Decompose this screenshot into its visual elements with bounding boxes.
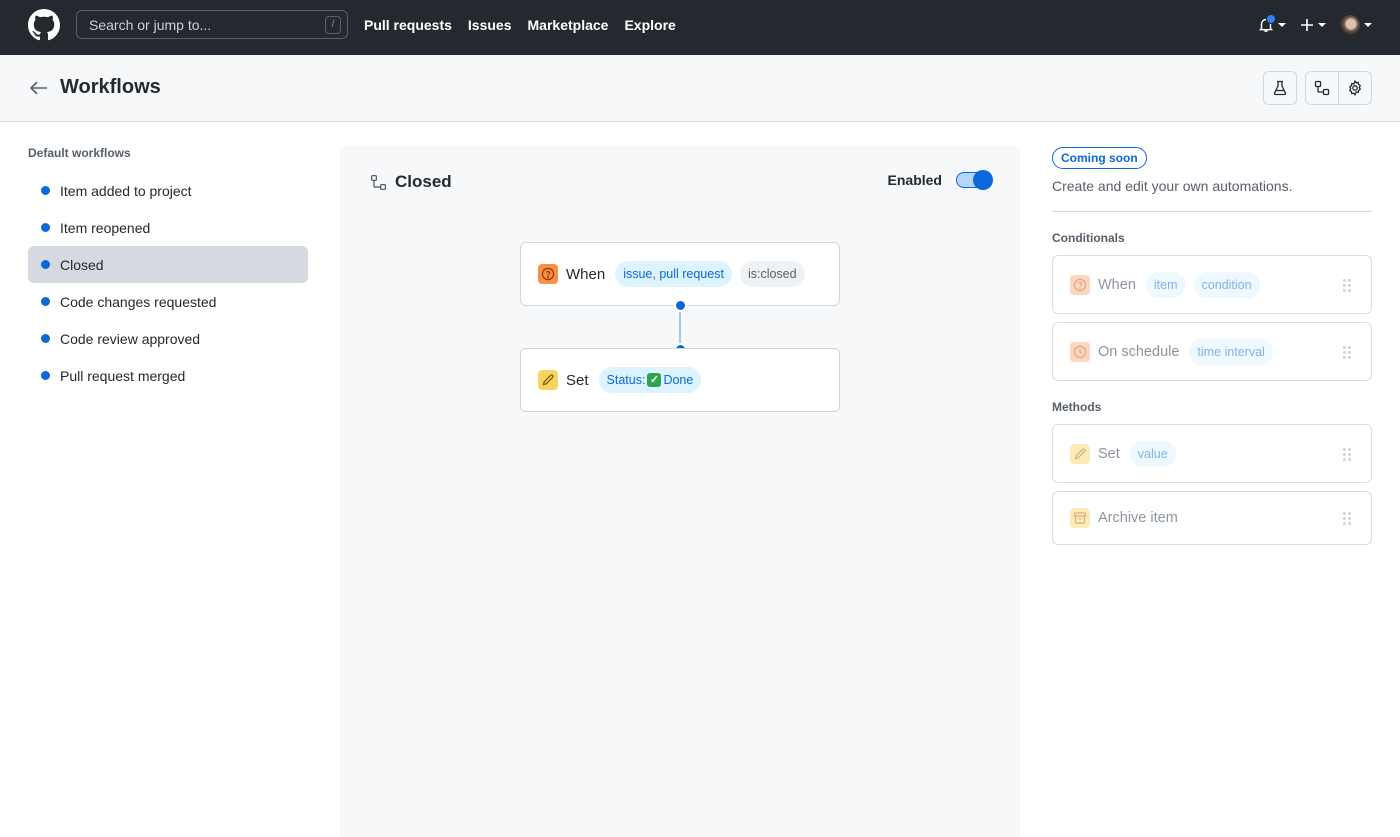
palette-pill: value (1129, 440, 1176, 467)
palette-card-label: When (1098, 276, 1136, 293)
palette-archive-item-card[interactable]: Archive item (1052, 491, 1372, 545)
search-input[interactable]: Search or jump to... / (76, 10, 348, 39)
workflow-canvas: Closed Enabled When issue, pull request … (340, 146, 1020, 837)
coming-soon-badge: Coming soon (1052, 147, 1147, 169)
status-dot (41, 186, 50, 195)
drag-handle-icon[interactable] (1343, 345, 1351, 359)
sidebar-item-label: Pull request merged (60, 367, 186, 384)
enabled-control: Enabled (887, 170, 993, 190)
status-dot (41, 260, 50, 269)
search-shortcut-key: / (325, 16, 341, 34)
condition-pill[interactable]: is:closed (739, 261, 805, 287)
plus-icon (1301, 19, 1313, 31)
chevron-down-icon (1278, 23, 1286, 27)
status-dot (41, 371, 50, 380)
drag-handle-icon[interactable] (1343, 278, 1351, 292)
notification-indicator (1266, 14, 1276, 24)
sidebar-item-label: Closed (60, 256, 104, 273)
palette-card-label: On schedule (1098, 343, 1180, 360)
search-placeholder: Search or jump to... (89, 16, 212, 33)
palette-card-label: Archive item (1098, 510, 1178, 526)
gear-icon (1348, 80, 1362, 96)
automation-palette: Coming soon Create and edit your own aut… (1052, 147, 1372, 545)
drag-handle-icon[interactable] (1343, 512, 1351, 525)
pencil-icon (1070, 443, 1090, 464)
palette-pill: item (1145, 271, 1186, 298)
page-header: Workflows (0, 55, 1400, 122)
workflow-icon (370, 174, 387, 190)
settings-button[interactable] (1339, 72, 1371, 104)
set-node[interactable]: Set Status: ✓ Done (520, 348, 840, 412)
sidebar-item-closed[interactable]: Closed (28, 246, 308, 283)
arrow-left-icon[interactable] (28, 77, 50, 99)
question-icon (1070, 274, 1090, 295)
when-label: When (566, 265, 606, 283)
status-dot (41, 223, 50, 232)
archive-icon (1070, 508, 1090, 528)
chevron-down-icon (1318, 23, 1326, 27)
drag-handle-icon[interactable] (1343, 447, 1351, 461)
palette-card-label: Set (1098, 445, 1120, 462)
palette-pill: condition (1193, 271, 1260, 298)
sidebar-item-item-reopened[interactable]: Item reopened (28, 209, 308, 246)
status-value-pill[interactable]: Status: ✓ Done (598, 367, 702, 393)
field-name: Status: (606, 373, 646, 387)
beaker-icon (1273, 80, 1287, 96)
palette-on-schedule-card[interactable]: On schedule time interval (1052, 322, 1372, 381)
chevron-down-icon (1364, 23, 1372, 27)
palette-set-card[interactable]: Set value (1052, 424, 1372, 483)
sidebar-item-label: Item reopened (60, 219, 151, 236)
conditionals-heading: Conditionals (1052, 231, 1125, 245)
global-header: Search or jump to... / Pull requests Iss… (0, 0, 1400, 55)
sidebar-item-code-review-approved[interactable]: Code review approved (28, 320, 308, 357)
sidebar-item-label: Code review approved (60, 330, 201, 347)
workflow-list: Item added to project Item reopened Clos… (28, 172, 308, 394)
notifications-button[interactable] (1258, 14, 1286, 33)
methods-heading: Methods (1052, 400, 1102, 414)
workflows-button[interactable] (1306, 72, 1339, 104)
global-nav: Pull requests Issues Marketplace Explore (364, 0, 676, 50)
create-new-button[interactable] (1300, 18, 1326, 32)
nav-pull-requests[interactable]: Pull requests (364, 17, 452, 33)
status-dot (41, 297, 50, 306)
nav-explore[interactable]: Explore (624, 17, 675, 33)
workflow-icon (1314, 80, 1330, 96)
workflows-sidebar: Default workflows Item added to project … (28, 146, 308, 394)
experiments-button[interactable] (1263, 71, 1297, 105)
avatar (1340, 15, 1360, 35)
sidebar-item-code-changes-requested[interactable]: Code changes requested (28, 283, 308, 320)
check-mark-icon: ✓ (647, 373, 662, 387)
sidebar-heading: Default workflows (28, 146, 131, 160)
workflow-header: Closed (370, 172, 452, 192)
clock-icon (1070, 341, 1090, 362)
sidebar-item-pull-request-merged[interactable]: Pull request merged (28, 357, 308, 394)
toggle-knob (973, 170, 993, 190)
enabled-toggle[interactable] (956, 170, 993, 190)
workflow-title: Closed (395, 172, 452, 191)
view-actions-group (1305, 71, 1372, 105)
item-type-pill[interactable]: issue, pull request (615, 261, 732, 287)
status-dot (41, 334, 50, 343)
nav-marketplace[interactable]: Marketplace (528, 17, 609, 33)
field-value: Done (663, 373, 694, 387)
sidebar-item-item-added-to-project[interactable]: Item added to project (28, 172, 308, 209)
github-octocat-icon[interactable] (28, 9, 60, 41)
connector-handle-out (674, 299, 687, 312)
pencil-icon (538, 370, 558, 390)
enabled-label: Enabled (887, 172, 942, 188)
user-menu-button[interactable] (1340, 15, 1372, 35)
question-icon (538, 264, 558, 284)
node-connector (679, 306, 681, 348)
sidebar-item-label: Item added to project (60, 182, 192, 199)
set-label: Set (566, 371, 589, 389)
header-actions (1258, 0, 1372, 50)
palette-description: Create and edit your own automations. (1052, 178, 1372, 212)
when-node[interactable]: When issue, pull request is:closed (520, 242, 840, 306)
palette-pill: time interval (1189, 338, 1273, 365)
sidebar-item-label: Code changes requested (60, 293, 217, 310)
nav-issues[interactable]: Issues (468, 17, 512, 33)
page-title: Workflows (60, 76, 161, 98)
palette-when-card[interactable]: When item condition (1052, 255, 1372, 314)
